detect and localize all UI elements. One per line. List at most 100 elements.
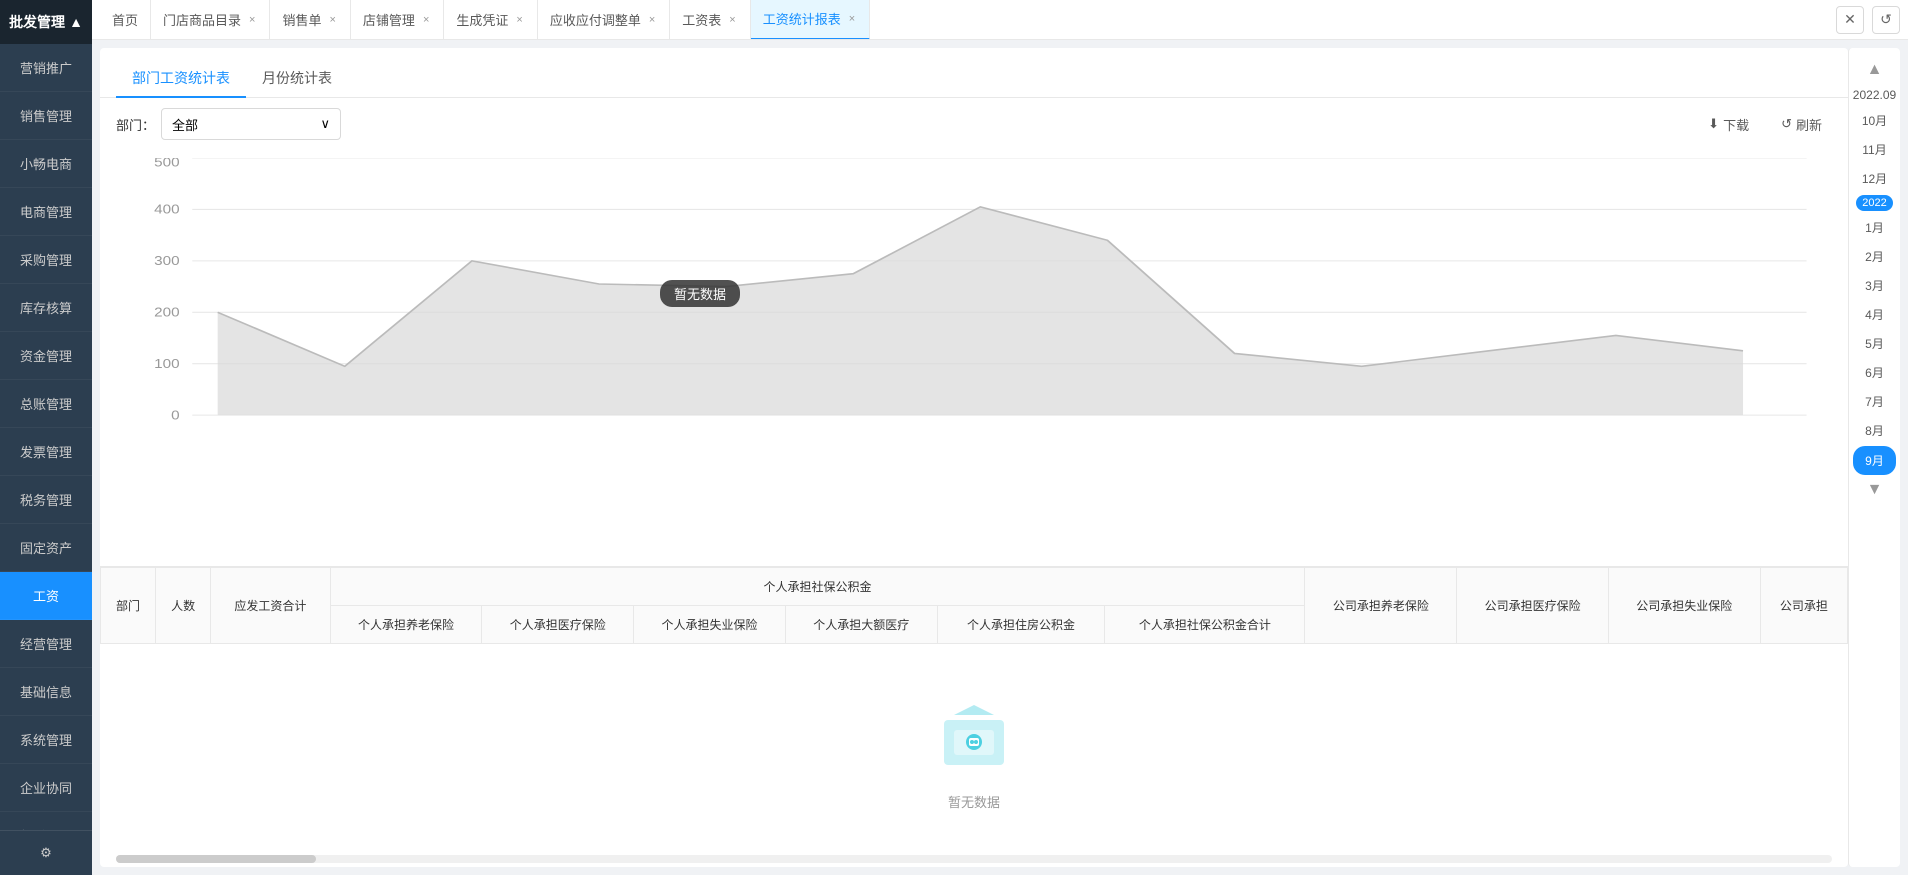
- sidebar-item-营销推广[interactable]: 营销推广: [0, 44, 92, 92]
- sidebar-item-税务管理[interactable]: 税务管理: [0, 476, 92, 524]
- chart-area: 0 100 200 300 400 500 暂无数据: [100, 150, 1848, 566]
- table-wrapper: 部门 人数 应发工资合计 个人承担社保公积金 公司承担养老保险 公司承担医疗保险…: [100, 566, 1848, 851]
- sidebar-item-基础信息[interactable]: 基础信息: [0, 668, 92, 716]
- refresh-icon: ↺: [1781, 116, 1792, 132]
- date-month-1月[interactable]: 1月: [1849, 213, 1900, 242]
- close-all-button[interactable]: ✕: [1836, 6, 1864, 34]
- col-company-medical: 公司承担医疗保险: [1457, 568, 1609, 644]
- col-group-personal: 个人承担社保公积金: [330, 568, 1305, 606]
- tab-工资统计报表[interactable]: 工资统计报表 ×: [751, 0, 870, 40]
- sidebar-item-发票管理[interactable]: 发票管理: [0, 428, 92, 476]
- col-salary: 应发工资合计: [211, 568, 331, 644]
- sidebar-item-库存核算[interactable]: 库存核算: [0, 284, 92, 332]
- dept-label: 部门：: [116, 115, 155, 134]
- sidebar-item-系统管理[interactable]: 系统管理: [0, 716, 92, 764]
- tab-店铺管理[interactable]: 店铺管理 ×: [351, 0, 444, 40]
- svg-text:200: 200: [154, 305, 180, 320]
- sidebar-item-小畅电商[interactable]: 小畅电商: [0, 140, 92, 188]
- refresh-label: 刷新: [1796, 115, 1822, 134]
- content-area: 部门工资统计表月份统计表 部门： 全部 ∨ ⬇ 下载: [92, 40, 1908, 875]
- page-content: 部门工资统计表月份统计表 部门： 全部 ∨ ⬇ 下载: [100, 48, 1848, 867]
- sidebar-item-资金管理[interactable]: 资金管理: [0, 332, 92, 380]
- tab-bar: 首页门店商品目录×销售单×店铺管理×生成凭证×应收应付调整单×工资表×工资统计报…: [92, 0, 1908, 40]
- date-month-2022-10月[interactable]: 10月: [1849, 106, 1900, 135]
- date-up-button[interactable]: ▲: [1861, 56, 1889, 84]
- tab-label: 工资表: [682, 10, 721, 29]
- svg-text:400: 400: [154, 202, 180, 217]
- tab-close-icon[interactable]: ×: [247, 12, 257, 28]
- download-button[interactable]: ⬇ 下载: [1698, 111, 1759, 138]
- sidebar-item-工资[interactable]: 工资: [0, 572, 92, 620]
- dept-filter: 部门： 全部 ∨: [116, 108, 341, 140]
- date-year-badge: 2022: [1856, 195, 1892, 211]
- sidebar-item-电商管理[interactable]: 电商管理: [0, 188, 92, 236]
- tab-label: 应收应付调整单: [550, 10, 641, 29]
- date-month-2022-11月[interactable]: 11月: [1849, 135, 1900, 164]
- sidebar-item-固定资产[interactable]: 固定资产: [0, 524, 92, 572]
- date-month-5月[interactable]: 5月: [1849, 329, 1900, 358]
- main-area: 首页门店商品目录×销售单×店铺管理×生成凭证×应收应付调整单×工资表×工资统计报…: [92, 0, 1908, 875]
- horizontal-scrollbar[interactable]: [116, 855, 1832, 863]
- sidebar-nav: 营销推广销售管理小畅电商电商管理采购管理库存核算资金管理总账管理发票管理税务管理…: [0, 44, 92, 830]
- empty-state: 暂无数据: [100, 660, 1848, 851]
- tab-门店商品目录[interactable]: 门店商品目录 ×: [151, 0, 270, 40]
- refresh-button[interactable]: ↺ 刷新: [1771, 111, 1832, 138]
- col-personal-serious: 个人承担大额医疗: [785, 606, 937, 644]
- date-month-3月[interactable]: 3月: [1849, 271, 1900, 300]
- sidebar-item-销售管理[interactable]: 销售管理: [0, 92, 92, 140]
- sub-tab-月份统计表[interactable]: 月份统计表: [246, 60, 348, 98]
- tab-close-icon[interactable]: ×: [647, 12, 657, 28]
- sidebar-item-新手引导[interactable]: 新手引导: [0, 812, 92, 830]
- empty-text: 暂无数据: [948, 792, 1000, 811]
- date-month-2月[interactable]: 2月: [1849, 242, 1900, 271]
- scrollbar-thumb[interactable]: [116, 855, 316, 863]
- sidebar-settings[interactable]: ⚙: [0, 830, 92, 875]
- tab-生成凭证[interactable]: 生成凭证×: [444, 0, 537, 40]
- tab-close-icon[interactable]: ×: [421, 12, 431, 28]
- chart-svg: 0 100 200 300 400 500: [116, 158, 1832, 458]
- svg-text:500: 500: [154, 158, 180, 169]
- date-month-9月[interactable]: 9月: [1853, 446, 1896, 475]
- date-month-4月[interactable]: 4月: [1849, 300, 1900, 329]
- tab-销售单[interactable]: 销售单 ×: [270, 0, 350, 40]
- tab-首页[interactable]: 首页: [100, 0, 151, 40]
- date-month-2022-12月[interactable]: 12月: [1849, 164, 1900, 193]
- tab-close-icon[interactable]: ×: [847, 11, 857, 27]
- tab-label: 工资统计报表: [763, 9, 841, 28]
- tab-close-icon[interactable]: ×: [327, 12, 337, 28]
- col-dept: 部门: [101, 568, 156, 644]
- col-company-other: 公司承担: [1760, 568, 1847, 644]
- sidebar-item-经营管理[interactable]: 经营管理: [0, 620, 92, 668]
- col-personal-unemploy: 个人承担失业保险: [634, 606, 786, 644]
- date-year-2022-label: 2022.09: [1849, 84, 1900, 106]
- tab-应收应付调整单[interactable]: 应收应付调整单 ×: [538, 0, 670, 40]
- dept-value: 全部: [172, 115, 198, 134]
- tab-close-icon[interactable]: ×: [727, 12, 737, 28]
- tab-close-icon[interactable]: ×: [514, 12, 524, 28]
- col-personal-medical: 个人承担医疗保险: [482, 606, 634, 644]
- date-month-6月[interactable]: 6月: [1849, 358, 1900, 387]
- date-month-8月[interactable]: 8月: [1849, 416, 1900, 445]
- tab-工资表[interactable]: 工资表 ×: [670, 0, 750, 40]
- tab-label: 销售单: [282, 10, 321, 29]
- date-down-button[interactable]: ▼: [1861, 476, 1889, 504]
- sidebar-item-总账管理[interactable]: 总账管理: [0, 380, 92, 428]
- date-month-7月[interactable]: 7月: [1849, 387, 1900, 416]
- sidebar: 批发管理 ▲ 营销推广销售管理小畅电商电商管理采购管理库存核算资金管理总账管理发…: [0, 0, 92, 875]
- tab-label: 店铺管理: [363, 10, 415, 29]
- col-personal-housing: 个人承担住房公积金: [937, 606, 1105, 644]
- toolbar-right: ⬇ 下载 ↺ 刷新: [1698, 111, 1832, 138]
- sub-tabs: 部门工资统计表月份统计表: [100, 48, 1848, 98]
- sidebar-header[interactable]: 批发管理 ▲: [0, 0, 92, 44]
- tab-bar-end: ✕ ↺: [1836, 6, 1900, 34]
- dept-dropdown[interactable]: 全部 ∨: [161, 108, 341, 140]
- tab-label: 门店商品目录: [163, 10, 241, 29]
- col-personal-total: 个人承担社保公积金合计: [1105, 606, 1305, 644]
- refresh-tab-button[interactable]: ↺: [1872, 6, 1900, 34]
- sidebar-item-企业协同[interactable]: 企业协同: [0, 764, 92, 812]
- tab-label: 首页: [112, 10, 138, 29]
- sidebar-title: 批发管理: [9, 12, 65, 32]
- sub-tab-部门工资统计表[interactable]: 部门工资统计表: [116, 60, 246, 98]
- sidebar-item-采购管理[interactable]: 采购管理: [0, 236, 92, 284]
- col-company-unemploy: 公司承担失业保险: [1608, 568, 1760, 644]
